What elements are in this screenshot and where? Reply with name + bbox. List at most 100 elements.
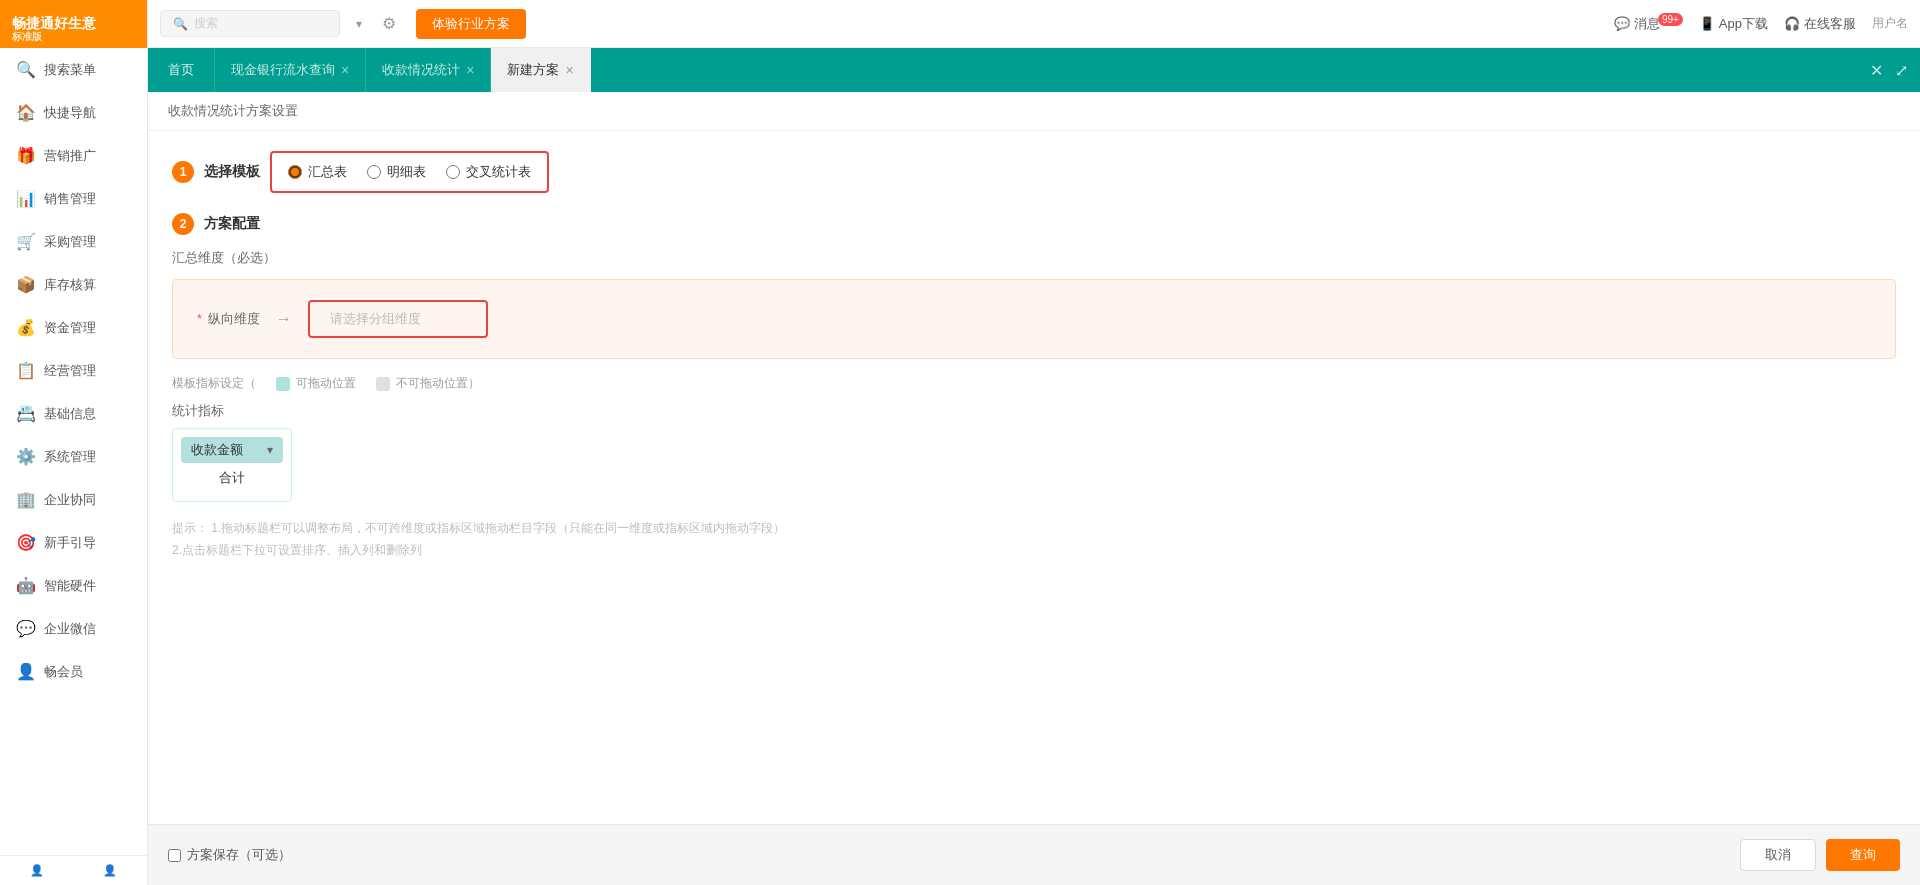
sidebar-item-corp-wechat[interactable]: 💬 企业微信 bbox=[0, 607, 147, 650]
sidebar-item-search-menu[interactable]: 🔍 搜索菜单 bbox=[0, 48, 147, 91]
operation-icon: 📋 bbox=[16, 361, 36, 380]
sidebar-bottom-avatar1[interactable]: 👤 bbox=[30, 864, 44, 877]
tab-home[interactable]: 首页 bbox=[148, 48, 215, 92]
main-area: 🔍 搜索 ▾ ⚙ 体验行业方案 💬 消息 99+ 📱 App下载 🎧 在线客服 … bbox=[148, 0, 1920, 885]
save-checkbox[interactable] bbox=[168, 849, 181, 862]
topbar-right: 💬 消息 99+ 📱 App下载 🎧 在线客服 用户名 bbox=[1614, 15, 1908, 33]
step1-num: 1 bbox=[172, 161, 194, 183]
template-options: 汇总表 明细表 交叉统计表 bbox=[270, 151, 549, 193]
sidebar-item-capital[interactable]: 💰 资金管理 bbox=[0, 306, 147, 349]
download-item[interactable]: 📱 App下载 bbox=[1699, 15, 1768, 33]
sidebar-item-inventory[interactable]: 📦 库存核算 bbox=[0, 263, 147, 306]
topbar-chevron-icon[interactable]: ▾ bbox=[356, 17, 362, 31]
tab-home-label: 首页 bbox=[168, 61, 194, 79]
tab-new-plan-close-icon[interactable]: × bbox=[565, 62, 573, 78]
inventory-icon: 📦 bbox=[16, 275, 36, 294]
radio-detail-input[interactable] bbox=[367, 165, 381, 179]
sidebar-item-system[interactable]: ⚙️ 系统管理 bbox=[0, 435, 147, 478]
sidebar-item-operation[interactable]: 📋 经营管理 bbox=[0, 349, 147, 392]
hint-line-1: 提示： 1.拖动标题栏可以调整布局，不可跨维度或指标区域拖动栏目字段（只能在同一… bbox=[172, 518, 1896, 540]
sidebar-item-newbie[interactable]: 🎯 新手引导 bbox=[0, 521, 147, 564]
dimension-arrow-icon: → bbox=[276, 310, 292, 328]
radio-summary-label: 汇总表 bbox=[308, 163, 347, 181]
sidebar-item-label: 采购管理 bbox=[44, 233, 96, 251]
sidebar-item-basic-info[interactable]: 📇 基础信息 bbox=[0, 392, 147, 435]
radio-cross-input[interactable] bbox=[446, 165, 460, 179]
gift-icon: 🎁 bbox=[16, 146, 36, 165]
topbar-gear-icon[interactable]: ⚙ bbox=[382, 14, 396, 33]
search-box[interactable]: 🔍 搜索 bbox=[160, 10, 340, 37]
sidebar-item-label: 资金管理 bbox=[44, 319, 96, 337]
sidebar-item-quick-nav[interactable]: 🏠 快捷导航 bbox=[0, 91, 147, 134]
search-icon: 🔍 bbox=[173, 17, 188, 31]
indicator-tag[interactable]: 收款金额 ▾ bbox=[181, 437, 283, 463]
sidebar-item-purchase[interactable]: 🛒 采购管理 bbox=[0, 220, 147, 263]
radio-summary[interactable]: 汇总表 bbox=[288, 163, 347, 181]
sidebar: 畅捷通好生意 标准版 🔍 搜索菜单 🏠 快捷导航 🎁 营销推广 📊 销售管理 🛒… bbox=[0, 0, 148, 885]
tab-cashflow[interactable]: 现金银行流水查询 × bbox=[215, 48, 366, 92]
tab-new-plan[interactable]: 新建方案 × bbox=[491, 48, 590, 92]
home-icon: 🏠 bbox=[16, 103, 36, 122]
tabbar-right-controls: ✕ ⤢ bbox=[1858, 48, 1920, 92]
radio-cross[interactable]: 交叉统计表 bbox=[446, 163, 531, 181]
sidebar-item-sales[interactable]: 📊 销售管理 bbox=[0, 177, 147, 220]
footer-actions: 取消 查询 bbox=[1740, 839, 1900, 871]
basic-info-icon: 📇 bbox=[16, 404, 36, 423]
step1-section: 1 选择模板 汇总表 明细表 交叉统计表 bbox=[172, 151, 1896, 193]
save-option[interactable]: 方案保存（可选） bbox=[168, 846, 291, 864]
indicator-tag-chevron-icon[interactable]: ▾ bbox=[267, 443, 273, 457]
dimension-area: * 纵向维度 → 请选择分组维度 bbox=[172, 279, 1896, 359]
step2-num: 2 bbox=[172, 213, 194, 235]
required-mark: * bbox=[197, 311, 202, 326]
sidebar-logo: 畅捷通好生意 标准版 bbox=[0, 0, 147, 48]
tab-close-all-icon[interactable]: ✕ bbox=[1870, 61, 1883, 80]
message-item[interactable]: 💬 消息 99+ bbox=[1614, 15, 1683, 33]
dimension-select[interactable]: 请选择分组维度 bbox=[308, 300, 488, 338]
indicator-legend-row: 模板指标设定（ 可拖动位置 不可拖动位置） bbox=[172, 375, 1896, 392]
tab-cashflow-close-icon[interactable]: × bbox=[341, 62, 349, 78]
radio-summary-input[interactable] bbox=[288, 165, 302, 179]
content-area: 收款情况统计方案设置 1 选择模板 汇总表 明细表 bbox=[148, 92, 1920, 885]
sidebar-item-label: 库存核算 bbox=[44, 276, 96, 294]
message-icon: 💬 bbox=[1614, 16, 1630, 31]
member-icon: 👤 bbox=[16, 662, 36, 681]
hardware-icon: 🤖 bbox=[16, 576, 36, 595]
sidebar-item-label: 系统管理 bbox=[44, 448, 96, 466]
sidebar-item-label: 企业协同 bbox=[44, 491, 96, 509]
stat-indicator-title: 统计指标 bbox=[172, 402, 1896, 420]
tab-collection-stat-close-icon[interactable]: × bbox=[466, 62, 474, 78]
tab-new-plan-label: 新建方案 bbox=[507, 61, 559, 79]
save-label: 方案保存（可选） bbox=[187, 846, 291, 864]
avatar2-icon: 👤 bbox=[103, 864, 117, 877]
footer: 方案保存（可选） 取消 查询 bbox=[148, 824, 1920, 885]
sidebar-item-label: 快捷导航 bbox=[44, 104, 96, 122]
sidebar-item-label: 搜索菜单 bbox=[44, 61, 96, 79]
indicator-total: 合计 bbox=[181, 463, 283, 493]
sidebar-bottom-avatar2[interactable]: 👤 bbox=[103, 864, 117, 877]
sales-icon: 📊 bbox=[16, 189, 36, 208]
step2-header: 2 方案配置 bbox=[172, 213, 1896, 235]
query-button[interactable]: 查询 bbox=[1826, 839, 1900, 871]
indicator-section: 模板指标设定（ 可拖动位置 不可拖动位置） 统计指标 收款 bbox=[172, 375, 1896, 561]
username: 用户名 bbox=[1872, 15, 1908, 32]
radio-detail[interactable]: 明细表 bbox=[367, 163, 426, 181]
non-draggable-legend-label: 不可拖动位置） bbox=[396, 375, 480, 392]
trial-button[interactable]: 体验行业方案 bbox=[416, 9, 526, 39]
cancel-button[interactable]: 取消 bbox=[1740, 839, 1816, 871]
sidebar-item-corp-collab[interactable]: 🏢 企业协同 bbox=[0, 478, 147, 521]
tab-collection-stat[interactable]: 收款情况统计 × bbox=[366, 48, 491, 92]
service-label: 在线客服 bbox=[1804, 15, 1856, 33]
service-item[interactable]: 🎧 在线客服 bbox=[1784, 15, 1856, 33]
service-icon: 🎧 bbox=[1784, 16, 1800, 31]
sidebar-item-smart-hardware[interactable]: 🤖 智能硬件 bbox=[0, 564, 147, 607]
form-container: 1 选择模板 汇总表 明细表 交叉统计表 bbox=[148, 131, 1920, 824]
sidebar-item-marketing[interactable]: 🎁 营销推广 bbox=[0, 134, 147, 177]
sidebar-item-label: 智能硬件 bbox=[44, 577, 96, 595]
corp-collab-icon: 🏢 bbox=[16, 490, 36, 509]
page-title: 收款情况统计方案设置 bbox=[148, 92, 1920, 131]
sidebar-item-member[interactable]: 👤 畅会员 bbox=[0, 650, 147, 693]
indicator-box: 收款金额 ▾ 合计 bbox=[172, 428, 292, 502]
tab-expand-icon[interactable]: ⤢ bbox=[1895, 61, 1908, 80]
hint-area: 提示： 1.拖动标题栏可以调整布局，不可跨维度或指标区域拖动栏目字段（只能在同一… bbox=[172, 518, 1896, 561]
sidebar-bottom: 👤 👤 bbox=[0, 855, 147, 885]
